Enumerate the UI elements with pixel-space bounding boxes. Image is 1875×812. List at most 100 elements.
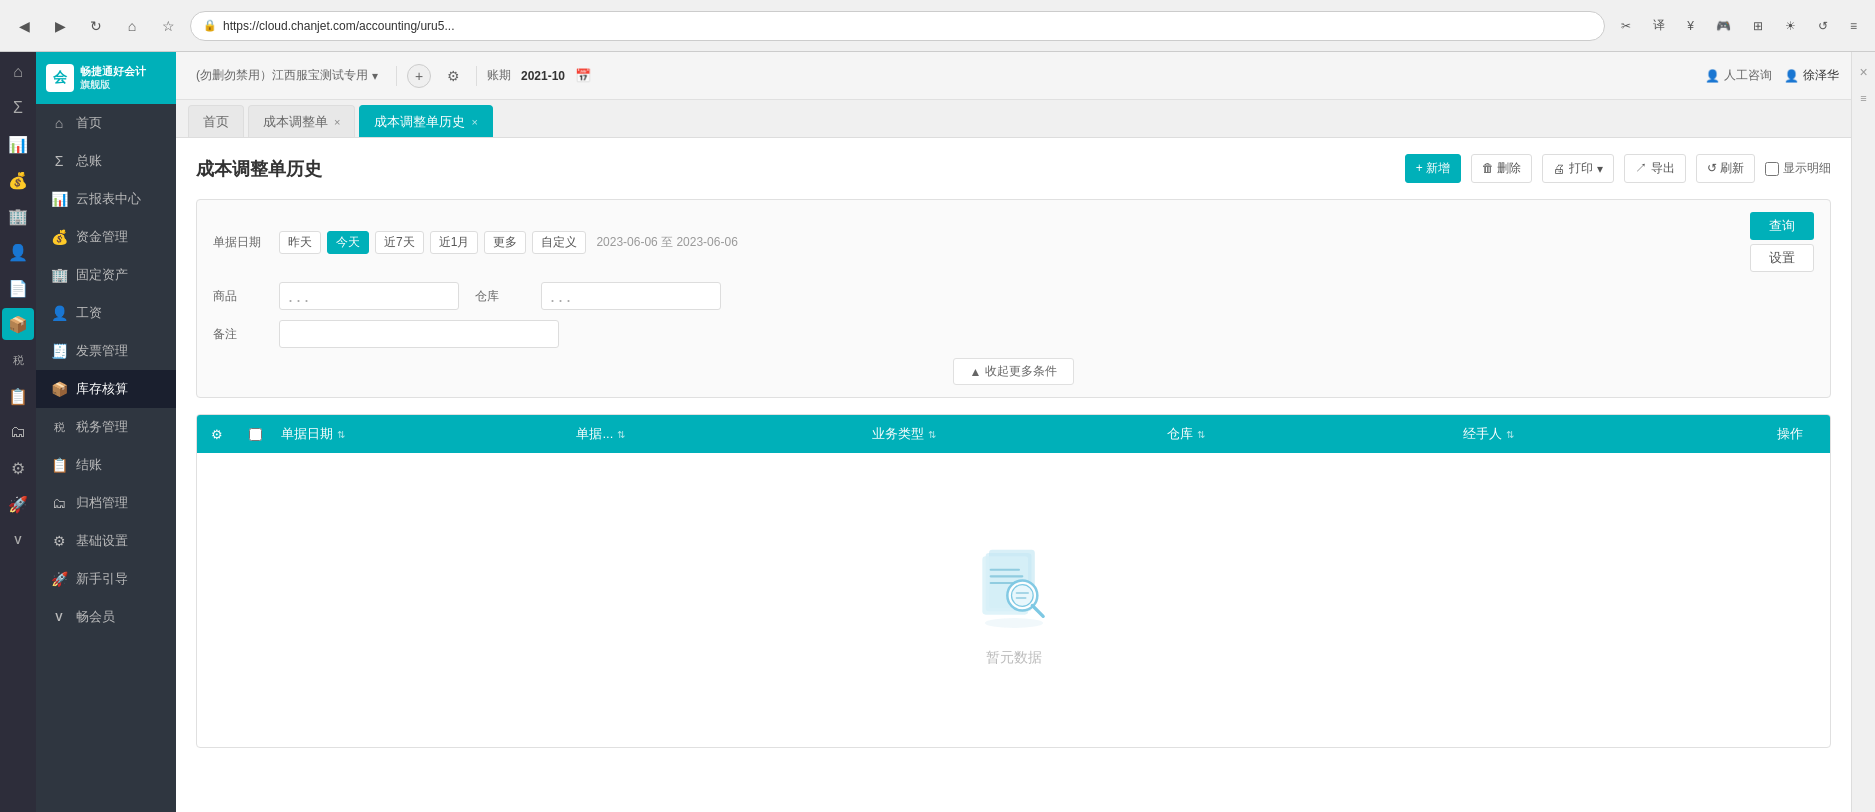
remark-input[interactable] [279,320,559,348]
iconbar-invoice[interactable]: 📄 [2,272,34,304]
topbar-settings-button[interactable]: ⚙ [441,66,466,86]
filter-row-remark: 备注 [213,320,1814,348]
game-tool[interactable]: 🎮 [1708,16,1739,36]
iconbar-member[interactable]: V [2,524,34,556]
new-button[interactable]: + 新增 [1405,154,1461,183]
date-btn-today[interactable]: 今天 [327,231,369,254]
date-btn-custom[interactable]: 自定义 [532,231,586,254]
tab-bar: 首页 成本调整单 × 成本调整单历史 × [176,100,1851,138]
sun-tool[interactable]: ☀ [1777,16,1804,36]
th-biz-type-label: 业务类型 [872,425,924,443]
company-selector[interactable]: (勿删勿禁用）江西服宝测试专用 ▾ [188,63,386,88]
th-checkbox[interactable] [237,428,273,441]
date-btn-yesterday[interactable]: 昨天 [279,231,321,254]
page-actions: + 新增 🗑 删除 🖨 打印 ▾ ↗ 导出 ↺ 刷新 显示明细 [1405,154,1831,183]
set-button[interactable]: 设置 [1750,244,1814,272]
th-warehouse[interactable]: 仓库 ⇅ [1159,425,1454,443]
forward-button[interactable]: ▶ [46,12,74,40]
print-dropdown-icon[interactable]: ▾ [1597,162,1603,176]
add-tab-button[interactable]: + [407,64,431,88]
th-handler[interactable]: 经手人 ⇅ [1455,425,1750,443]
iconbar-close-accounts[interactable]: 📋 [2,380,34,412]
reload-button[interactable]: ↻ [82,12,110,40]
right-panel-close-button[interactable]: × [1855,60,1871,84]
cut-tool[interactable]: ✂ [1613,16,1639,36]
sidebar-item-invoice[interactable]: 🧾 发票管理 [36,332,176,370]
right-panel-expand-button[interactable]: ≡ [1856,88,1870,108]
print-button[interactable]: 🖨 打印 ▾ [1542,154,1614,183]
url-text: https://cloud.chanjet.com/accounting/uru… [223,19,454,33]
refresh-button[interactable]: ↺ 刷新 [1696,154,1755,183]
iconbar-home[interactable]: ⌂ [2,56,34,88]
service-button[interactable]: 👤 人工咨询 [1705,67,1772,84]
calendar-icon[interactable]: 📅 [575,68,591,83]
date-btn-1month[interactable]: 近1月 [430,231,479,254]
sidebar-item-home[interactable]: ⌂ 首页 [36,104,176,142]
tab-cost-adjustment-history[interactable]: 成本调整单历史 × [359,105,492,137]
right-close-bar: × ≡ [1851,52,1875,812]
tab-home[interactable]: 首页 [188,105,244,137]
back-button[interactable]: ◀ [10,12,38,40]
iconbar-guide[interactable]: 🚀 [2,488,34,520]
sidebar-item-inventory[interactable]: 📦 库存核算 [36,370,176,408]
warehouse-filter-select[interactable]: ... [541,282,721,310]
sidebar-item-archive[interactable]: 🗂 归档管理 [36,484,176,522]
sidebar-item-payroll[interactable]: 👤 工资 [36,294,176,332]
redo-tool[interactable]: ↺ [1810,16,1836,36]
invoice-icon: 🧾 [50,343,68,359]
user-avatar[interactable]: 👤 徐泽华 [1784,67,1839,84]
th-date[interactable]: 单据日期 ⇅ [273,425,568,443]
th-handler-sort-icon: ⇅ [1506,429,1514,440]
sidebar-item-funds[interactable]: 💰 资金管理 [36,218,176,256]
th-biz-type[interactable]: 业务类型 ⇅ [864,425,1159,443]
star-button[interactable]: ☆ [154,12,182,40]
sidebar-item-settings[interactable]: ⚙ 基础设置 [36,522,176,560]
iconbar-ledger[interactable]: Σ [2,92,34,124]
sidebar-label-invoice: 发票管理 [76,342,128,360]
date-btn-more[interactable]: 更多 [484,231,526,254]
translate-tool[interactable]: 译 [1645,14,1673,37]
select-all-checkbox[interactable] [249,428,262,441]
tab-cost-adjustment-close[interactable]: × [334,116,340,128]
iconbar-tax[interactable]: 税 [2,344,34,376]
sidebar-item-ledger[interactable]: Σ 总账 [36,142,176,180]
export-button[interactable]: ↗ 导出 [1624,154,1685,183]
iconbar-payroll[interactable]: 👤 [2,236,34,268]
home-button[interactable]: ⌂ [118,12,146,40]
grid-tool[interactable]: ⊞ [1745,16,1771,36]
topbar-right: 👤 人工咨询 👤 徐泽华 [1705,67,1839,84]
sidebar-item-tax[interactable]: 税 税务管理 [36,408,176,446]
th-doc-no[interactable]: 单据... ⇅ [568,425,863,443]
sidebar-item-assets[interactable]: 🏢 固定资产 [36,256,176,294]
tab-cost-adjustment[interactable]: 成本调整单 × [248,105,355,137]
product-filter-select[interactable]: ... [279,282,459,310]
tab-history-close[interactable]: × [471,116,477,128]
settings-gear-icon[interactable]: ⚙ [211,427,223,442]
sidebar-item-close-accounts[interactable]: 📋 结账 [36,446,176,484]
th-settings[interactable]: ⚙ [197,427,237,442]
show-cols-checkbox[interactable] [1765,162,1779,176]
iconbar-funds[interactable]: 💰 [2,164,34,196]
sidebar-label-member: 畅会员 [76,608,115,626]
sidebar-label-funds: 资金管理 [76,228,128,246]
page-content: 成本调整单历史 + 新增 🗑 删除 🖨 打印 ▾ ↗ 导出 ↺ 刷新 显示明细 [176,138,1851,812]
delete-button[interactable]: 🗑 删除 [1471,154,1532,183]
search-button[interactable]: 查询 [1750,212,1814,240]
iconbar-reports[interactable]: 📊 [2,128,34,160]
date-btn-7days[interactable]: 近7天 [375,231,424,254]
collapse-button[interactable]: ▲ 收起更多条件 [953,358,1075,385]
iconbar-assets[interactable]: 🏢 [2,200,34,232]
sidebar-item-reports[interactable]: 📊 云报表中心 [36,180,176,218]
warehouse-filter-label: 仓库 [475,288,525,305]
wallet-tool[interactable]: ¥ [1679,16,1702,36]
iconbar-inventory[interactable]: 📦 [2,308,34,340]
address-bar[interactable]: 🔒 https://cloud.chanjet.com/accounting/u… [190,11,1605,41]
iconbar-settings[interactable]: ⚙ [2,452,34,484]
iconbar-archive[interactable]: 🗂 [2,416,34,448]
sidebar-item-guide[interactable]: 🚀 新手引导 [36,560,176,598]
show-cols-toggle[interactable]: 显示明细 [1765,160,1831,177]
print-icon: 🖨 [1553,162,1565,176]
menu-tool[interactable]: ≡ [1842,16,1865,36]
sidebar-item-member[interactable]: V 畅会员 [36,598,176,636]
table-container: ⚙ 单据日期 ⇅ 单据... ⇅ 业务类型 ⇅ [196,414,1831,748]
